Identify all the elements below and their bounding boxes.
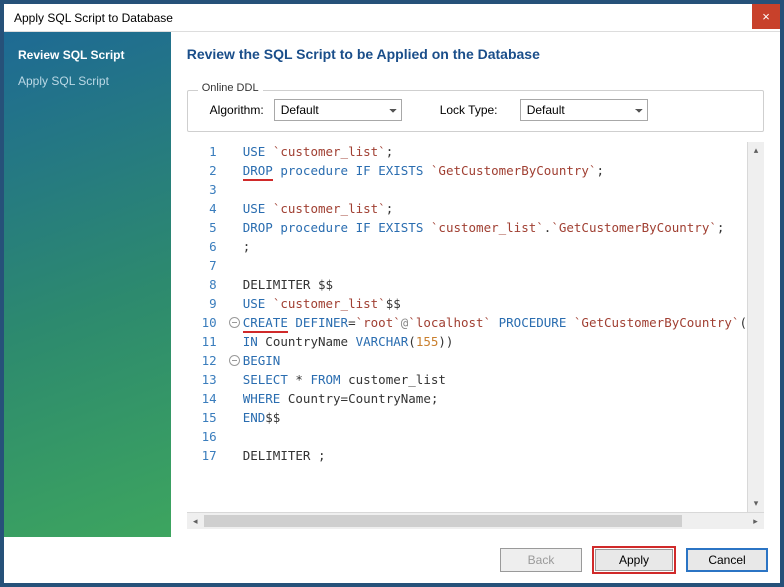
algorithm-select[interactable]: Default [274,99,402,121]
sidebar-item-apply[interactable]: Apply SQL Script [4,68,171,94]
close-button[interactable]: × [752,4,780,29]
line-gutter: 1234567891011121314151617 [187,142,227,512]
sidebar-item-label: Review SQL Script [18,48,124,62]
window-title: Apply SQL Script to Database [14,11,173,25]
cancel-button[interactable]: Cancel [686,548,768,572]
scroll-up-icon[interactable]: ▴ [748,142,764,159]
fold-column [227,142,243,512]
footer-buttons: Back Apply Cancel [4,537,780,583]
page-title: Review the SQL Script to be Applied on t… [187,46,768,62]
sidebar: Review SQL Script Apply SQL Script [4,32,171,537]
code-area[interactable]: USE `customer_list`; DROP procedure IF E… [243,142,747,512]
ddl-legend: Online DDL [198,82,263,94]
close-icon: × [762,9,770,24]
locktype-select[interactable]: Default [520,99,648,121]
sql-editor: 1234567891011121314151617 USE `customer_… [187,142,764,529]
locktype-label: Lock Type: [440,103,510,117]
algorithm-label: Algorithm: [200,103,264,117]
apply-highlight: Apply [592,546,676,574]
main-panel: Review the SQL Script to be Applied on t… [171,32,780,537]
sidebar-item-review[interactable]: Review SQL Script [4,42,171,68]
sidebar-item-label: Apply SQL Script [18,74,109,88]
scroll-right-icon[interactable]: ▸ [747,513,764,530]
online-ddl-group: Online DDL Algorithm: Default Lock Type:… [187,90,764,132]
back-button: Back [500,548,582,572]
hscroll-thumb[interactable] [204,515,682,527]
horizontal-scrollbar[interactable]: ◂ ▸ [187,512,764,529]
scroll-down-icon[interactable]: ▾ [748,495,764,512]
titlebar: Apply SQL Script to Database × [4,4,780,32]
scroll-left-icon[interactable]: ◂ [187,513,204,530]
apply-button[interactable]: Apply [595,549,673,571]
hscroll-track[interactable] [204,513,747,529]
vertical-scrollbar[interactable]: ▴ ▾ [747,142,764,512]
